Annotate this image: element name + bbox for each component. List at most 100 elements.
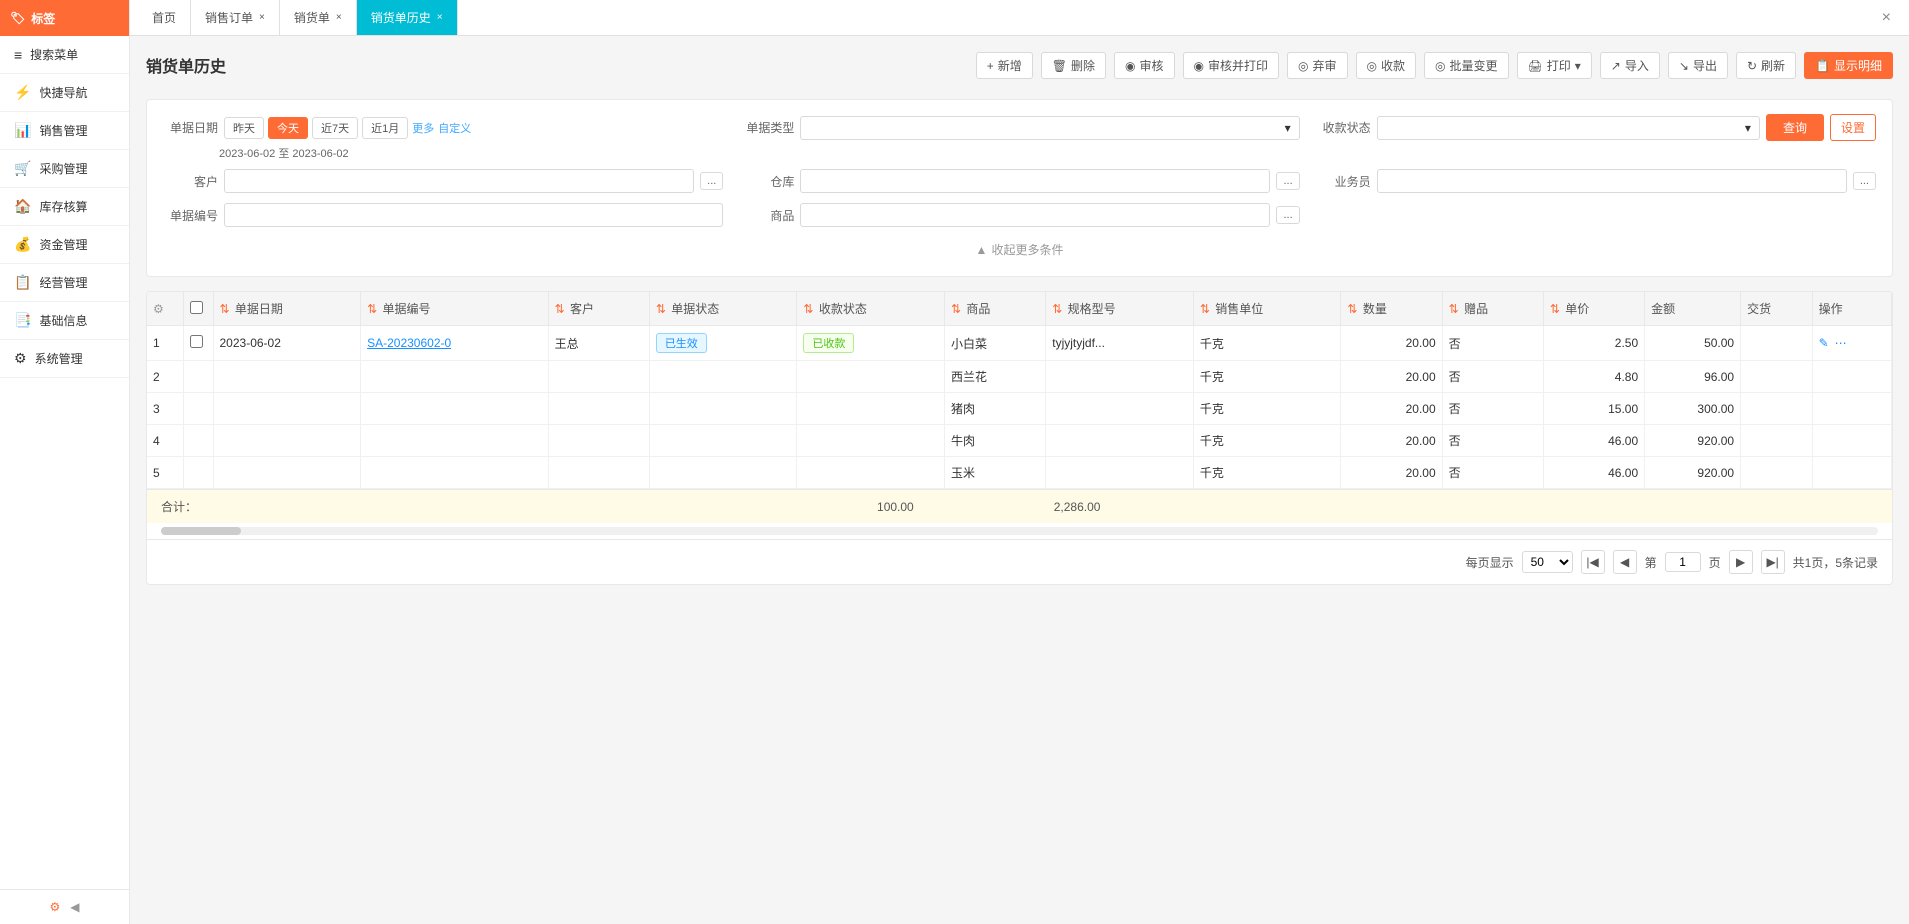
batch-change-label: 批量变更 xyxy=(1450,57,1498,74)
customer-input[interactable] xyxy=(224,169,694,193)
collect-status-select[interactable]: ▾ xyxy=(1377,116,1760,140)
audit-button[interactable]: ◉ 审核 xyxy=(1114,52,1175,79)
cell-actions xyxy=(1812,425,1891,457)
sidebar-item-inventory[interactable]: 🏠 库存核算 xyxy=(0,188,129,226)
salesperson-input[interactable] xyxy=(1377,169,1847,193)
edit-action[interactable]: ✎ xyxy=(1819,336,1829,350)
batch-change-button[interactable]: ◎ 批量变更 xyxy=(1424,52,1509,79)
goods-ellipsis[interactable]: ... xyxy=(1276,206,1299,224)
export-button[interactable]: ↘ 导出 xyxy=(1668,52,1728,79)
sidebar-item-funds-mgmt[interactable]: 💰 资金管理 xyxy=(0,226,129,264)
goods-input[interactable] xyxy=(800,203,1270,227)
date-range-controls: 昨天 今天 近7天 近1月 更多 自定义 xyxy=(224,117,471,139)
page-number-input[interactable] xyxy=(1665,552,1701,572)
scrollbar-thumb[interactable] xyxy=(161,527,241,535)
cell-unit: 千克 xyxy=(1193,425,1341,457)
sidebar-collapse-icon[interactable]: ◀ xyxy=(70,900,79,914)
date-btn-today[interactable]: 今天 xyxy=(268,117,308,139)
import-button[interactable]: ↗ 导入 xyxy=(1600,52,1660,79)
cell-actions xyxy=(1812,457,1891,489)
cell-spec xyxy=(1046,425,1194,457)
customer-ellipsis[interactable]: ... xyxy=(700,172,723,190)
discard-button[interactable]: ◎ 弃审 xyxy=(1287,52,1348,79)
collapse-button[interactable]: ▲ 收起更多条件 xyxy=(163,237,1876,262)
select-all-checkbox[interactable] xyxy=(190,301,203,314)
show-detail-label: 显示明细 xyxy=(1834,57,1882,74)
sidebar-item-basic-info[interactable]: 📑 基础信息 xyxy=(0,302,129,340)
last-page-button[interactable]: ▶| xyxy=(1761,550,1785,574)
sidebar-item-purchase-mgmt[interactable]: 🛒 采购管理 xyxy=(0,150,129,188)
column-settings-icon[interactable]: ⚙ xyxy=(153,302,164,316)
per-page-select[interactable]: 50 10 20 100 xyxy=(1522,551,1573,573)
cell-customer xyxy=(548,361,649,393)
cell-date xyxy=(213,393,361,425)
col-settings: ⚙ xyxy=(147,292,183,326)
cell-collect-status xyxy=(797,457,945,489)
tab-sales-goods-close[interactable]: × xyxy=(336,12,342,23)
funds-icon: 💰 xyxy=(14,236,31,253)
doc-no-link[interactable]: SA-20230602-0 xyxy=(367,336,451,350)
more-action[interactable]: ⋯ xyxy=(1835,336,1847,350)
delete-button[interactable]: 🗑 删除 xyxy=(1041,52,1106,79)
horizontal-scrollbar[interactable] xyxy=(161,527,1878,535)
doc-no-input[interactable] xyxy=(224,203,723,227)
cell-checkbox xyxy=(183,393,213,425)
warehouse-ellipsis[interactable]: ... xyxy=(1276,172,1299,190)
warehouse-input[interactable] xyxy=(800,169,1270,193)
sidebar-item-quick-nav[interactable]: ⚡ 快捷导航 xyxy=(0,74,129,112)
tab-sales-history-close[interactable]: × xyxy=(437,12,443,23)
new-button[interactable]: + 新增 xyxy=(976,52,1033,79)
collect-icon: ◎ xyxy=(1367,59,1377,73)
date-custom-link[interactable]: 自定义 xyxy=(438,120,471,136)
cell-index: 3 xyxy=(147,393,183,425)
row-checkbox[interactable] xyxy=(190,335,203,348)
sidebar-item-search-menu[interactable]: ≡ 搜索菜单 xyxy=(0,36,129,74)
tab-sales-order[interactable]: 销售订单 × xyxy=(191,0,280,35)
next-page-button[interactable]: ▶ xyxy=(1729,550,1753,574)
cell-date xyxy=(213,425,361,457)
sidebar-item-label: 经营管理 xyxy=(39,274,87,291)
show-detail-button[interactable]: 📋 显示明细 xyxy=(1804,52,1893,79)
refresh-button[interactable]: ↻ 刷新 xyxy=(1736,52,1796,79)
sidebar-item-label: 基础信息 xyxy=(39,312,87,329)
tab-sales-goods[interactable]: 销货单 × xyxy=(280,0,357,35)
tab-home-label: 首页 xyxy=(152,9,176,26)
date-more-link[interactable]: 更多 xyxy=(412,120,434,136)
cell-collect-status xyxy=(797,361,945,393)
audit-print-button[interactable]: ◉ 审核并打印 xyxy=(1183,52,1280,79)
cell-amount: 96.00 xyxy=(1645,361,1741,393)
sidebar-item-system-mgmt[interactable]: ⚙ 系统管理 xyxy=(0,340,129,378)
cell-date xyxy=(213,457,361,489)
sidebar-item-operations-mgmt[interactable]: 📋 经营管理 xyxy=(0,264,129,302)
collect-button[interactable]: ◎ 收款 xyxy=(1356,52,1417,79)
cell-price: 46.00 xyxy=(1543,457,1644,489)
tab-sales-order-close[interactable]: × xyxy=(259,12,265,23)
salesperson-ellipsis[interactable]: ... xyxy=(1853,172,1876,190)
sidebar-item-sales-mgmt[interactable]: 📊 销售管理 xyxy=(0,112,129,150)
prev-page-button[interactable]: ◀ xyxy=(1613,550,1637,574)
collect-status-badge: 已收款 xyxy=(803,333,854,353)
print-icon: 🖨 xyxy=(1528,59,1543,73)
sidebar-settings-icon[interactable]: ⚙ xyxy=(50,900,61,914)
collect-status-sort-icon: ⇅ xyxy=(803,302,813,316)
collect-status-dropdown-icon: ▾ xyxy=(1745,121,1751,135)
total-pages-info: 共1页，5条记录 xyxy=(1793,554,1878,571)
first-page-button[interactable]: |◀ xyxy=(1581,550,1605,574)
date-range-text: 2023-06-02 至 2023-06-02 xyxy=(219,145,1876,161)
date-btn-yesterday[interactable]: 昨天 xyxy=(224,117,264,139)
cell-date xyxy=(213,361,361,393)
doc-status-badge: 已生效 xyxy=(656,333,707,353)
tab-sales-history[interactable]: 销货单历史 × xyxy=(357,0,458,35)
date-btn-7days[interactable]: 近7天 xyxy=(312,117,358,139)
cell-trade xyxy=(1741,425,1812,457)
tab-home[interactable]: 首页 xyxy=(138,0,191,35)
query-button[interactable]: 查询 xyxy=(1766,114,1824,141)
settings-button[interactable]: 设置 xyxy=(1830,114,1876,141)
col-spec: ⇅ 规格型号 xyxy=(1046,292,1194,326)
records-table: ⚙ ⇅ 单据日期 ⇅ 单据编号 xyxy=(147,292,1892,489)
window-close-button[interactable]: × xyxy=(1872,9,1901,27)
col-actions: 操作 xyxy=(1812,292,1891,326)
print-button[interactable]: 🖨 打印 ▾ xyxy=(1517,52,1592,79)
date-btn-1month[interactable]: 近1月 xyxy=(362,117,408,139)
doc-type-select[interactable]: ▾ xyxy=(800,116,1299,140)
